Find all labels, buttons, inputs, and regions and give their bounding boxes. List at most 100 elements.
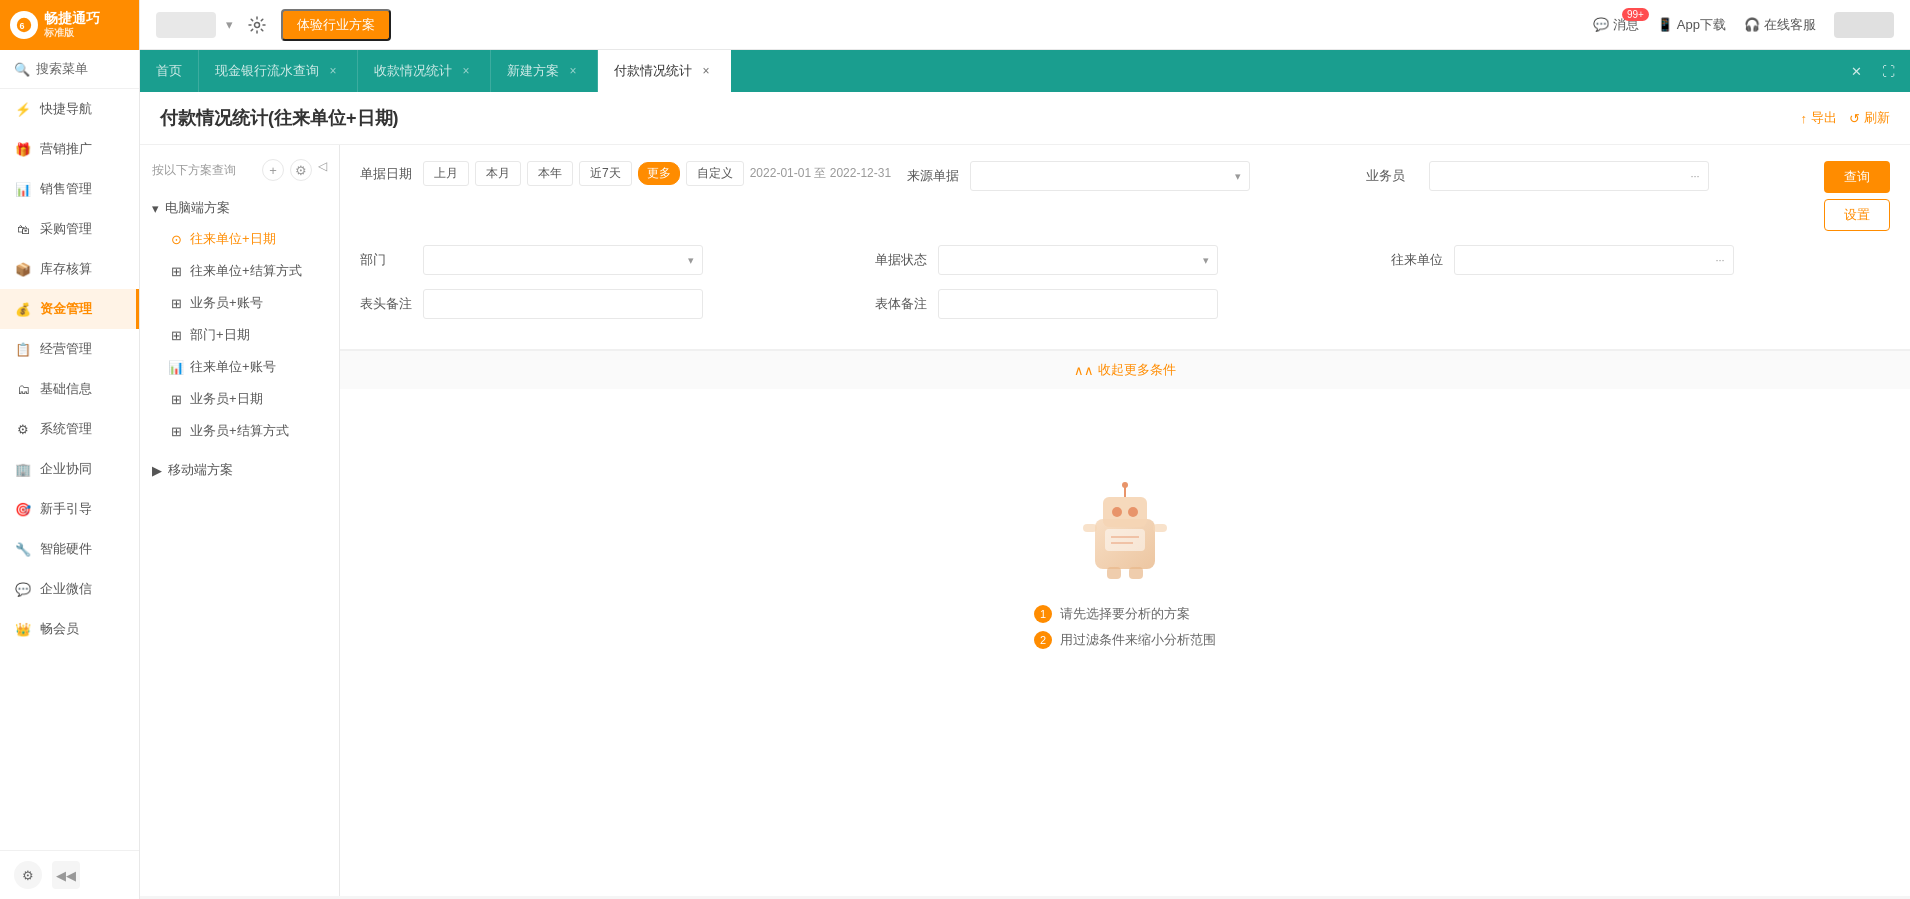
- collapse-more-btn[interactable]: ∧∧ 收起更多条件: [340, 350, 1910, 389]
- marketing-icon: 🎁: [14, 140, 32, 158]
- member-icon: 👑: [14, 620, 32, 638]
- sidebar: 6 畅捷通巧 标准版 🔍 搜索菜单 ⚡ 快捷导航 🎁 营销推广 📊 销售管理 🛍…: [0, 0, 140, 899]
- scheme-item-staff-settle[interactable]: ⊞ 业务员+结算方式: [140, 415, 339, 447]
- sidebar-item-guide[interactable]: 🎯 新手引导: [0, 489, 139, 529]
- sidebar-item-label: 资金管理: [40, 300, 92, 318]
- close-all-tabs-btn[interactable]: ✕: [1844, 59, 1868, 83]
- left-panel: 按以下方案查询 + ⚙ ◁ ▾ 电脑端方案 ⊙ 往来单位+日期: [140, 145, 340, 896]
- page: 付款情况统计(往来单位+日期) ↑ 导出 ↺ 刷新 按以下方案查询 +: [140, 92, 1910, 899]
- sidebar-collapse-btn[interactable]: ◀◀: [52, 861, 80, 889]
- topbar-settings-btn[interactable]: [243, 11, 271, 39]
- tabs-end-actions: ✕ ⛶: [1834, 50, 1910, 92]
- main-content: ▾ 体验行业方案 💬 消息 99+ 📱 App下载 🎧 在线客服: [140, 0, 1910, 899]
- phone-icon: 📱: [1657, 17, 1673, 32]
- empty-tip-1: 1 请先选择要分析的方案: [1034, 605, 1216, 623]
- unit-select[interactable]: ···: [1454, 245, 1734, 275]
- search-menu[interactable]: 🔍 搜索菜单: [0, 50, 139, 89]
- scheme-settings-btn[interactable]: ⚙: [290, 159, 312, 181]
- scheme-item-unit-settle[interactable]: ⊞ 往来单位+结算方式: [140, 255, 339, 287]
- empty-tip-2-label: 用过滤条件来缩小分析范围: [1060, 631, 1216, 649]
- scheme-icon: ⊞: [168, 295, 184, 311]
- settings-footer-btn[interactable]: ⚙: [14, 861, 42, 889]
- svg-rect-13: [1105, 529, 1145, 551]
- scheme-item-unit-account[interactable]: 📊 往来单位+账号: [140, 351, 339, 383]
- tab-bank-flow-close[interactable]: ×: [325, 63, 341, 79]
- tab-payment-stats-close[interactable]: ×: [698, 63, 714, 79]
- tab-new-scheme-close[interactable]: ×: [565, 63, 581, 79]
- date-range-display: 2022-01-01 至 2022-12-31: [750, 165, 891, 182]
- sidebar-item-hardware[interactable]: 🔧 智能硬件: [0, 529, 139, 569]
- scheme-group-pc: ▾ 电脑端方案 ⊙ 往来单位+日期 ⊞ 往来单位+结算方式 ⊞ 业务员+账号: [140, 189, 339, 451]
- tab-payment-stats[interactable]: 付款情况统计 ×: [598, 50, 731, 92]
- sidebar-nav: ⚡ 快捷导航 🎁 营销推广 📊 销售管理 🛍 采购管理 📦 库存核算 💰 资金管…: [0, 89, 139, 850]
- date-btn-custom[interactable]: 自定义: [686, 161, 744, 186]
- query-btn[interactable]: 查询: [1824, 161, 1890, 193]
- sidebar-item-marketing[interactable]: 🎁 营销推广: [0, 129, 139, 169]
- user-avatar[interactable]: [1834, 12, 1894, 38]
- online-service-btn[interactable]: 🎧 在线客服: [1744, 16, 1816, 34]
- header-note-input[interactable]: [423, 289, 703, 319]
- sidebar-item-label: 企业协同: [40, 460, 92, 478]
- sidebar-item-label: 营销推广: [40, 140, 92, 158]
- doc-status-select[interactable]: ▾: [938, 245, 1218, 275]
- sidebar-item-quick-nav[interactable]: ⚡ 快捷导航: [0, 89, 139, 129]
- dept-select[interactable]: ▾: [423, 245, 703, 275]
- trial-btn[interactable]: 体验行业方案: [281, 9, 391, 41]
- sidebar-item-purchase[interactable]: 🛍 采购管理: [0, 209, 139, 249]
- collapse-bar-label: 收起更多条件: [1098, 361, 1176, 379]
- sidebar-item-wechat[interactable]: 💬 企业微信: [0, 569, 139, 609]
- filter-action-btns: 查询 设置: [1824, 161, 1890, 231]
- quick-nav-icon: ⚡: [14, 100, 32, 118]
- tab-receipt-stats-close[interactable]: ×: [458, 63, 474, 79]
- filter-settings-btn[interactable]: 设置: [1824, 199, 1890, 231]
- source-doc-select[interactable]: ▾: [970, 161, 1250, 191]
- sidebar-item-basic[interactable]: 🗂 基础信息: [0, 369, 139, 409]
- add-scheme-btn[interactable]: +: [262, 159, 284, 181]
- tab-home[interactable]: 首页: [140, 50, 199, 92]
- enterprise-icon: 🏢: [14, 460, 32, 478]
- tab-new-scheme[interactable]: 新建方案 ×: [491, 50, 598, 92]
- topbar: ▾ 体验行业方案 💬 消息 99+ 📱 App下载 🎧 在线客服: [140, 0, 1910, 50]
- scheme-group-mobile-header[interactable]: ▶ 移动端方案: [140, 455, 339, 485]
- export-label: 导出: [1811, 109, 1837, 127]
- tab-home-label: 首页: [156, 62, 182, 80]
- tab-bar: 首页 现金银行流水查询 × 收款情况统计 × 新建方案 × 付款情况统计 × ✕…: [140, 50, 1910, 92]
- tip-num-2: 2: [1034, 631, 1052, 649]
- scheme-item-unit-date[interactable]: ⊙ 往来单位+日期: [140, 223, 339, 255]
- tab-receipt-stats[interactable]: 收款情况统计 ×: [358, 50, 491, 92]
- scheme-icon: ⊞: [168, 327, 184, 343]
- hardware-icon: 🔧: [14, 540, 32, 558]
- sidebar-footer: ⚙ ◀◀: [0, 850, 139, 899]
- refresh-btn[interactable]: ↺ 刷新: [1849, 109, 1890, 127]
- search-menu-label: 搜索菜单: [36, 60, 88, 78]
- tab-bank-flow[interactable]: 现金银行流水查询 ×: [199, 50, 358, 92]
- scheme-item-dept-date[interactable]: ⊞ 部门+日期: [140, 319, 339, 351]
- export-btn[interactable]: ↑ 导出: [1801, 109, 1838, 127]
- sidebar-item-system[interactable]: ⚙ 系统管理: [0, 409, 139, 449]
- date-btn-this-year[interactable]: 本年: [527, 161, 573, 186]
- scheme-item-staff-date[interactable]: ⊞ 业务员+日期: [140, 383, 339, 415]
- scheme-item-staff-account[interactable]: ⊞ 业务员+账号: [140, 287, 339, 319]
- sidebar-item-inventory[interactable]: 📦 库存核算: [0, 249, 139, 289]
- panel-collapse-btn[interactable]: ◁: [318, 159, 327, 181]
- date-btn-this-month[interactable]: 本月: [475, 161, 521, 186]
- sidebar-item-funds[interactable]: 💰 资金管理: [0, 289, 139, 329]
- date-btn-more[interactable]: 更多: [638, 162, 680, 185]
- app-download-btn[interactable]: 📱 App下载: [1657, 16, 1726, 34]
- salesperson-select[interactable]: ···: [1429, 161, 1709, 191]
- svg-point-2: [255, 22, 260, 27]
- maximize-btn[interactable]: ⛶: [1876, 59, 1900, 83]
- scheme-group-pc-header[interactable]: ▾ 电脑端方案: [140, 193, 339, 223]
- sidebar-item-sales[interactable]: 📊 销售管理: [0, 169, 139, 209]
- body-note-input[interactable]: [938, 289, 1218, 319]
- panel-toolbar-title: 按以下方案查询: [152, 162, 236, 179]
- sidebar-item-label: 快捷导航: [40, 100, 92, 118]
- messages-btn[interactable]: 💬 消息 99+: [1593, 16, 1639, 34]
- sidebar-item-member[interactable]: 👑 畅会员: [0, 609, 139, 649]
- company-dropdown[interactable]: ▾: [226, 17, 233, 32]
- sidebar-item-operation[interactable]: 📋 经营管理: [0, 329, 139, 369]
- date-btn-last7[interactable]: 近7天: [579, 161, 632, 186]
- sidebar-item-label: 库存核算: [40, 260, 92, 278]
- date-btn-last-month[interactable]: 上月: [423, 161, 469, 186]
- sidebar-item-enterprise[interactable]: 🏢 企业协同: [0, 449, 139, 489]
